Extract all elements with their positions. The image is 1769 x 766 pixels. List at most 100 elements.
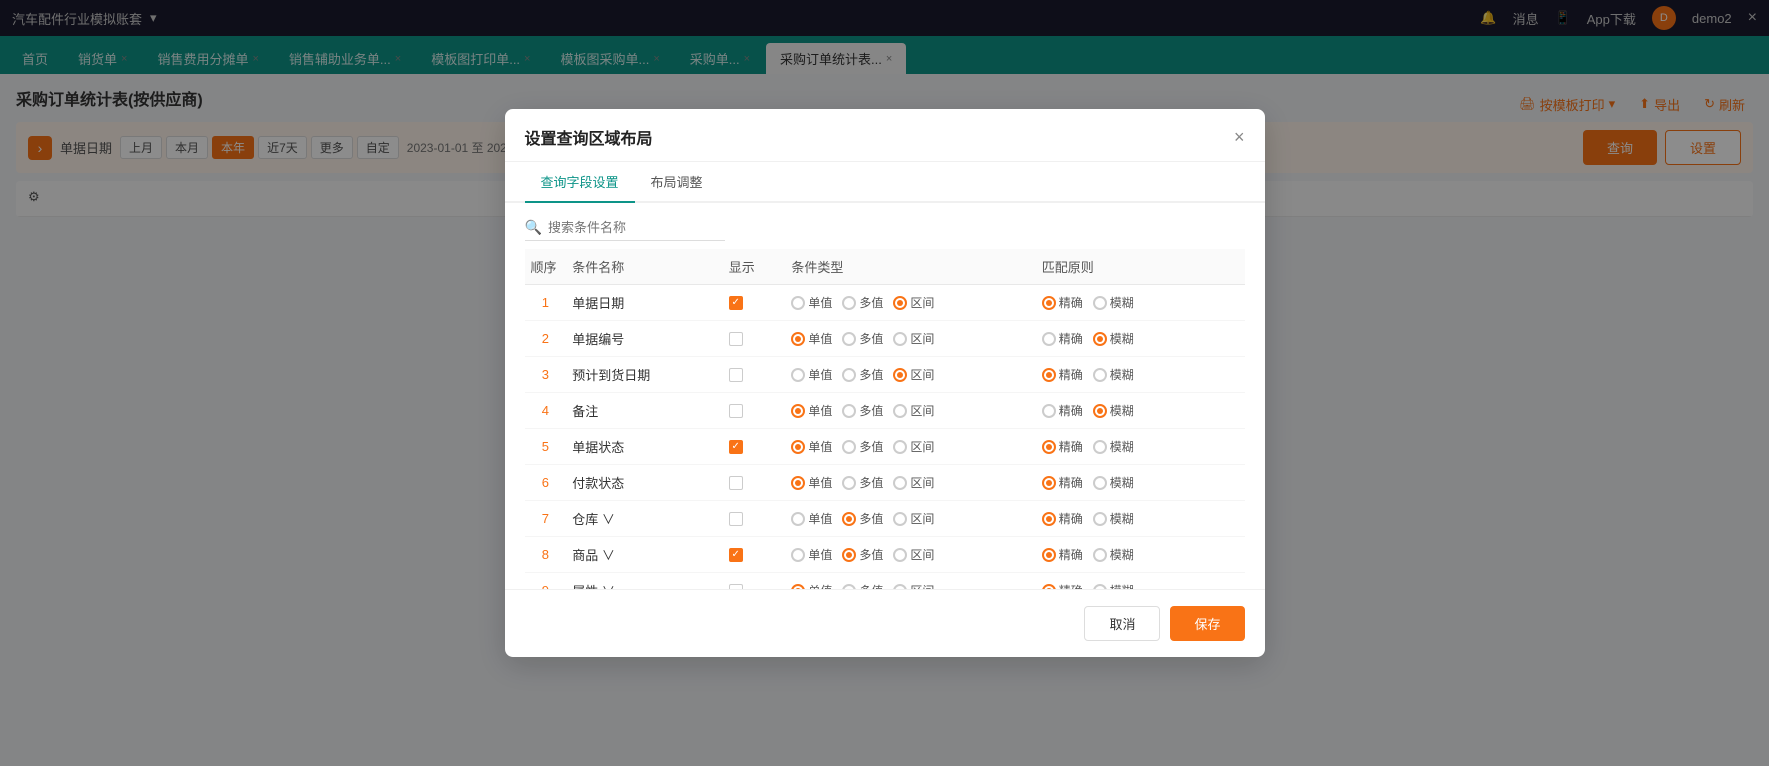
modal-title: 设置查询区域布局 (525, 125, 653, 149)
row-2-type-range[interactable]: 区间 (893, 366, 934, 383)
modal-table: 顺序 条件名称 显示 条件类型 匹配原则 1单据日期✓单值多值区间精确模糊2单据… (505, 249, 1265, 589)
row-7-type: 单值多值区间 (785, 537, 1035, 573)
table-row: 8商品 ∨✓单值多值区间精确模糊 (525, 537, 1245, 573)
row-6-match: 精确模糊 (1036, 501, 1245, 537)
row-5-match-exact[interactable]: 精确 (1042, 474, 1083, 491)
modal-close-button[interactable]: × (1234, 128, 1245, 146)
row-8-match-exact[interactable]: 精确 (1042, 582, 1083, 589)
row-7-match: 精确模糊 (1036, 537, 1245, 573)
row-2-show-checkbox[interactable] (723, 357, 786, 393)
row-0-checkbox[interactable]: ✓ (729, 296, 743, 310)
cancel-button[interactable]: 取消 (1084, 606, 1160, 641)
table-row: 7仓库 ∨单值多值区间精确模糊 (525, 501, 1245, 537)
row-1-checkbox[interactable] (729, 332, 743, 346)
row-2-match-fuzzy[interactable]: 模糊 (1093, 366, 1134, 383)
row-4-match-fuzzy[interactable]: 模糊 (1093, 438, 1134, 455)
row-0-match-fuzzy[interactable]: 模糊 (1093, 294, 1134, 311)
row-6-name: 仓库 ∨ (566, 501, 723, 537)
row-4-type-range[interactable]: 区间 (893, 438, 934, 455)
row-0-type-multi[interactable]: 多值 (842, 294, 883, 311)
row-5-type-range[interactable]: 区间 (893, 474, 934, 491)
row-2-match: 精确模糊 (1036, 357, 1245, 393)
th-type: 条件类型 (785, 249, 1035, 285)
row-8-type-single[interactable]: 单值 (791, 582, 832, 589)
row-6-show-checkbox[interactable] (723, 501, 786, 537)
row-6-checkbox[interactable] (729, 512, 743, 526)
row-3-match-exact[interactable]: 精确 (1042, 402, 1083, 419)
row-2-type-multi[interactable]: 多值 (842, 366, 883, 383)
row-3-type-range[interactable]: 区间 (893, 402, 934, 419)
row-6-match-exact[interactable]: 精确 (1042, 510, 1083, 527)
table-row: 2单据编号单值多值区间精确模糊 (525, 321, 1245, 357)
row-6-match-fuzzy[interactable]: 模糊 (1093, 510, 1134, 527)
row-0-type-range[interactable]: 区间 (893, 294, 934, 311)
row-1-match-fuzzy[interactable]: 模糊 (1093, 330, 1134, 347)
row-8-match-fuzzy[interactable]: 模糊 (1093, 582, 1134, 589)
row-6-type-range[interactable]: 区间 (893, 510, 934, 527)
row-7-type-multi[interactable]: 多值 (842, 546, 883, 563)
tab-layout-adjust[interactable]: 布局调整 (635, 162, 719, 203)
row-2-match-exact[interactable]: 精确 (1042, 366, 1083, 383)
row-3-checkbox[interactable] (729, 404, 743, 418)
row-6-type-single[interactable]: 单值 (791, 510, 832, 527)
row-3-show-checkbox[interactable] (723, 393, 786, 429)
row-1-match: 精确模糊 (1036, 321, 1245, 357)
row-4-type-single[interactable]: 单值 (791, 438, 832, 455)
row-7-type-single[interactable]: 单值 (791, 546, 832, 563)
search-box: 🔍 (525, 215, 725, 241)
modal-footer: 取消 保存 (505, 589, 1265, 657)
table-row: 1单据日期✓单值多值区间精确模糊 (525, 285, 1245, 321)
table-row: 5单据状态✓单值多值区间精确模糊 (525, 429, 1245, 465)
table-row: 3预计到货日期单值多值区间精确模糊 (525, 357, 1245, 393)
modal-tabs: 查询字段设置 布局调整 (505, 162, 1265, 203)
row-8-show-checkbox[interactable] (723, 573, 786, 590)
row-7-order: 8 (525, 537, 567, 573)
table-row: 4备注单值多值区间精确模糊 (525, 393, 1245, 429)
row-5-name: 付款状态 (566, 465, 723, 501)
row-7-match-fuzzy[interactable]: 模糊 (1093, 546, 1134, 563)
row-8-type-multi[interactable]: 多值 (842, 582, 883, 589)
row-4-checkbox[interactable]: ✓ (729, 440, 743, 454)
row-0-type: 单值多值区间 (785, 285, 1035, 321)
row-7-type-range[interactable]: 区间 (893, 546, 934, 563)
row-7-show-checkbox[interactable]: ✓ (723, 537, 786, 573)
row-1-type-single[interactable]: 单值 (791, 330, 832, 347)
row-5-checkbox[interactable] (729, 476, 743, 490)
row-5-match-fuzzy[interactable]: 模糊 (1093, 474, 1134, 491)
row-3-type-single[interactable]: 单值 (791, 402, 832, 419)
tab-query-fields[interactable]: 查询字段设置 (525, 162, 635, 203)
tab-layout-adjust-label: 布局调整 (651, 175, 703, 190)
row-7-checkbox[interactable]: ✓ (729, 548, 743, 562)
condition-search-input[interactable] (548, 220, 725, 235)
row-1-match-exact[interactable]: 精确 (1042, 330, 1083, 347)
row-7-match-exact[interactable]: 精确 (1042, 546, 1083, 563)
row-0-show-checkbox[interactable]: ✓ (723, 285, 786, 321)
row-0-match: 精确模糊 (1036, 285, 1245, 321)
row-5-type-multi[interactable]: 多值 (842, 474, 883, 491)
modal: 设置查询区域布局 × 查询字段设置 布局调整 🔍 顺序 (505, 109, 1265, 657)
row-3-type-multi[interactable]: 多值 (842, 402, 883, 419)
row-2-type-single[interactable]: 单值 (791, 366, 832, 383)
row-4-type-multi[interactable]: 多值 (842, 438, 883, 455)
th-show: 显示 (723, 249, 786, 285)
row-8-order: 9 (525, 573, 567, 590)
row-1-type-multi[interactable]: 多值 (842, 330, 883, 347)
row-0-match-exact[interactable]: 精确 (1042, 294, 1083, 311)
row-1-show-checkbox[interactable] (723, 321, 786, 357)
row-8-type: 单值 多值 区间 (785, 573, 1035, 590)
row-2-checkbox[interactable] (729, 368, 743, 382)
row-5-type-single[interactable]: 单值 (791, 474, 832, 491)
row-1-type-range[interactable]: 区间 (893, 330, 934, 347)
row-4-match-exact[interactable]: 精确 (1042, 438, 1083, 455)
modal-header: 设置查询区域布局 × (505, 109, 1265, 162)
row-4-show-checkbox[interactable]: ✓ (723, 429, 786, 465)
row-5-show-checkbox[interactable] (723, 465, 786, 501)
modal-search-area: 🔍 (505, 203, 1265, 249)
save-button[interactable]: 保存 (1170, 606, 1244, 641)
row-0-type-single[interactable]: 单值 (791, 294, 832, 311)
row-8-type-range[interactable]: 区间 (893, 582, 934, 589)
row-6-type-multi[interactable]: 多值 (842, 510, 883, 527)
row-1-order: 2 (525, 321, 567, 357)
row-3-match-fuzzy[interactable]: 模糊 (1093, 402, 1134, 419)
row-1-type: 单值多值区间 (785, 321, 1035, 357)
